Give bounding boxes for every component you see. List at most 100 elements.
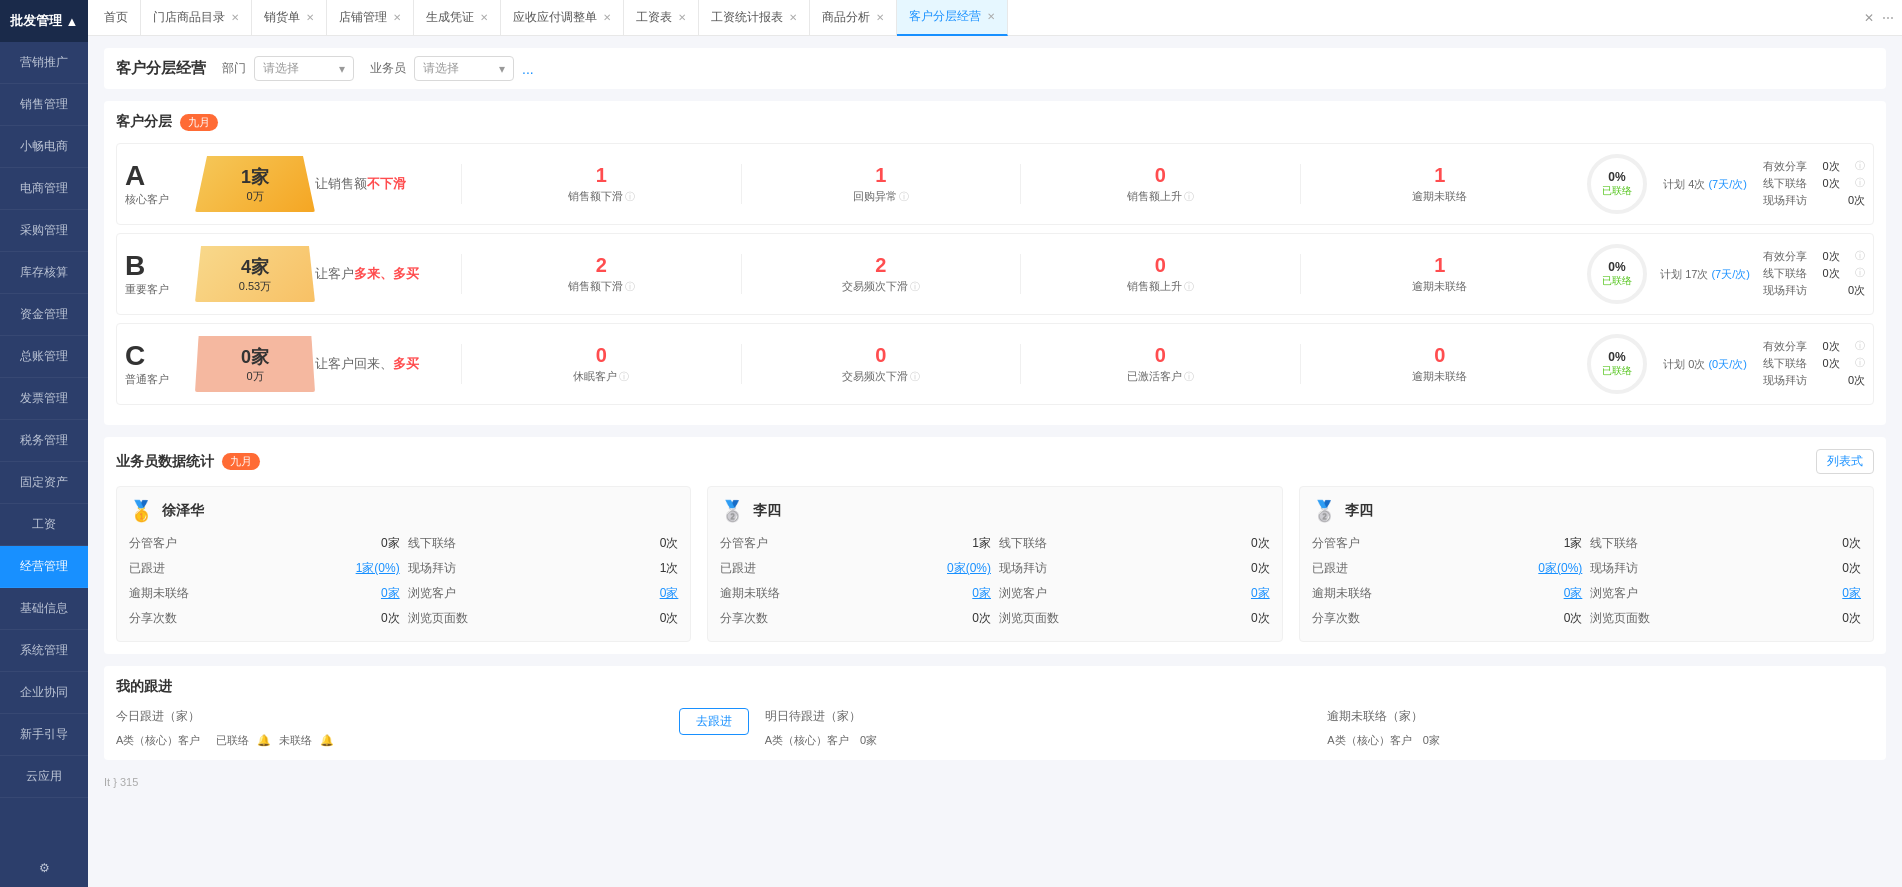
tier-plan-cycle-link-b[interactable]: (7天/次) xyxy=(1711,268,1750,280)
staff-stat-left-1-2: 逾期未联络 0家 xyxy=(720,583,991,604)
customer-section-header: 客户分层 九月 xyxy=(116,113,1874,131)
staff-card-0: 🥇 徐泽华 分管客户 0家 线下联络 0次 已跟进 1家(0%) xyxy=(116,486,691,642)
tab-payroll[interactable]: 工资表✕ xyxy=(624,0,699,36)
tab-bar: 首页门店商品目录✕销货单✕店铺管理✕生成凭证✕应收应付调整单✕工资表✕工资统计报… xyxy=(88,0,1902,36)
tier-plan-cycle-link-a[interactable]: (7天/次) xyxy=(1708,178,1747,190)
sidebar-item-xsyd[interactable]: 新手引导 xyxy=(0,714,88,756)
tab-label-goods-analysis: 商品分析 xyxy=(822,9,870,26)
sidebar-item-xtgl[interactable]: 系统管理 xyxy=(0,630,88,672)
sidebar-settings[interactable]: ⚙ xyxy=(0,849,88,887)
staff-stats-grid-1: 分管客户 1家 线下联络 0次 已跟进 0家(0%) 现场拜访 0次 xyxy=(720,533,1269,629)
tier-slogan-c: 让客户回来、多买 xyxy=(315,355,445,373)
staff-medal-2: 🥈 xyxy=(1312,499,1337,523)
tab-store-mgmt[interactable]: 店铺管理✕ xyxy=(327,0,414,36)
tier-action-row-a-0: 有效分享 0次 ⓘ xyxy=(1763,159,1865,174)
action-info-icon[interactable]: ⓘ xyxy=(1855,339,1865,354)
info-icon[interactable]: ⓘ xyxy=(1184,370,1194,384)
tab-ar[interactable]: 应收应付调整单✕ xyxy=(501,0,624,36)
tier-grade-b: B xyxy=(125,252,195,280)
sidebar-item-gdzc[interactable]: 固定资产 xyxy=(0,462,88,504)
sidebar-item-dsgl[interactable]: 电商管理 xyxy=(0,168,88,210)
tier-plan-cycle-link-c[interactable]: (0天/次) xyxy=(1708,358,1747,370)
tab-customer-mgmt[interactable]: 客户分层经营✕ xyxy=(897,0,1008,36)
tab-close-goods-analysis[interactable]: ✕ xyxy=(876,12,884,23)
sidebar-item-zhgl[interactable]: 总账管理 xyxy=(0,336,88,378)
tier-stat-label-b-3: 逾期未联络 xyxy=(1309,279,1572,294)
tab-close-payroll[interactable]: ✕ xyxy=(678,12,686,23)
tab-close-customer-mgmt[interactable]: ✕ xyxy=(987,11,995,22)
sidebar-item-swgl[interactable]: 税务管理 xyxy=(0,420,88,462)
tab-voucher[interactable]: 生成凭证✕ xyxy=(414,0,501,36)
info-icon[interactable]: ⓘ xyxy=(910,280,920,294)
tab-close-store-products[interactable]: ✕ xyxy=(231,12,239,23)
sidebar-collapse-icon[interactable]: ▲ xyxy=(66,14,79,29)
info-icon[interactable]: ⓘ xyxy=(619,370,629,384)
info-icon[interactable]: ⓘ xyxy=(1184,190,1194,204)
sidebar-item-gz[interactable]: 工资 xyxy=(0,504,88,546)
tier-gauge-pct-a: 0% xyxy=(1608,170,1625,184)
action-info-icon[interactable]: ⓘ xyxy=(1855,176,1865,191)
staff-select[interactable]: 请选择 ▾ xyxy=(414,56,514,81)
chevron-down-icon: ▾ xyxy=(339,62,345,76)
tomorrow-sub-label: A类（核心）客户 xyxy=(765,734,849,746)
sidebar-item-yxts[interactable]: 营销推广 xyxy=(0,42,88,84)
tab-goods-analysis[interactable]: 商品分析 ✕ xyxy=(810,0,897,36)
info-icon[interactable]: ⓘ xyxy=(625,190,635,204)
tier-plan-b: 计划 17次 (7天/次) xyxy=(1655,267,1755,282)
tab-label-home: 首页 xyxy=(104,9,128,26)
tab-payroll-report[interactable]: 工资统计报表✕ xyxy=(699,0,810,36)
staff-stat-left-0-0: 分管客户 0家 xyxy=(129,533,400,554)
tier-stat-label-a-3: 逾期未联络 xyxy=(1309,189,1572,204)
go-followup-button[interactable]: 去跟进 xyxy=(679,708,749,735)
tier-slogan-a: 让销售额不下滑 xyxy=(315,175,445,193)
sidebar-item-xbdc[interactable]: 小畅电商 xyxy=(0,126,88,168)
sidebar-item-jcxx[interactable]: 基础信息 xyxy=(0,588,88,630)
tab-more-icon[interactable]: ⋯ xyxy=(1882,11,1894,25)
sidebar-item-fpgl[interactable]: 发票管理 xyxy=(0,378,88,420)
tier-plan-c: 计划 0次 (0天/次) xyxy=(1655,357,1755,372)
action-info-icon[interactable]: ⓘ xyxy=(1855,159,1865,174)
sidebar-item-yyyx[interactable]: 云应用 xyxy=(0,756,88,798)
tier-action-row-c-0: 有效分享 0次 ⓘ xyxy=(1763,339,1865,354)
page-title: 客户分层经营 xyxy=(116,59,206,78)
tab-home[interactable]: 首页 xyxy=(92,0,141,36)
staff-stat-right-1-2: 浏览客户 0家 xyxy=(999,583,1270,604)
tier-stat-label-c-3: 逾期未联络 xyxy=(1309,369,1572,384)
tab-close-sales-order[interactable]: ✕ xyxy=(306,12,314,23)
list-view-button[interactable]: 列表式 xyxy=(1816,449,1874,474)
tier-action-row-b-2: 现场拜访 0次 xyxy=(1763,283,1865,298)
action-info-icon[interactable]: ⓘ xyxy=(1855,249,1865,264)
sidebar-item-zjgl[interactable]: 资金管理 xyxy=(0,294,88,336)
followup-section: 我的跟进 今日跟进（家） A类（核心）客户 已联络 🔔 未联络 🔔 去跟进 xyxy=(104,666,1886,760)
staff-name-2: 李四 xyxy=(1345,502,1373,520)
tab-close-all-icon[interactable]: ✕ xyxy=(1864,11,1874,25)
tab-sales-order[interactable]: 销货单✕ xyxy=(252,0,327,36)
tier-plan-count-a: 4次 xyxy=(1688,178,1705,190)
tab-close-payroll-report[interactable]: ✕ xyxy=(789,12,797,23)
tier-gauge-pct-b: 0% xyxy=(1608,260,1625,274)
customer-section: 客户分层 九月 A 核心客户 1家 0万 让销售额不下滑 1 xyxy=(104,101,1886,425)
sidebar-header[interactable]: 批发管理 ▲ xyxy=(0,0,88,42)
tab-store-products[interactable]: 门店商品目录✕ xyxy=(141,0,252,36)
sidebar-item-qyxt[interactable]: 企业协同 xyxy=(0,672,88,714)
tab-close-ar[interactable]: ✕ xyxy=(603,12,611,23)
info-icon[interactable]: ⓘ xyxy=(899,190,909,204)
sidebar-item-xsgl[interactable]: 销售管理 xyxy=(0,84,88,126)
action-info-icon[interactable]: ⓘ xyxy=(1855,356,1865,371)
info-icon[interactable]: ⓘ xyxy=(910,370,920,384)
tier-row-c: C 普通客户 0家 0万 让客户回来、多买 0 休眠客户 ⓘ xyxy=(116,323,1874,405)
tier-actions-a: 有效分享 0次 ⓘ 线下联络 0次 ⓘ 现场拜访 0次 xyxy=(1755,159,1865,210)
staff-stat-right-1-1: 现场拜访 0次 xyxy=(999,558,1270,579)
tab-close-voucher[interactable]: ✕ xyxy=(480,12,488,23)
sidebar-item-cggl[interactable]: 采购管理 xyxy=(0,210,88,252)
more-filters-icon[interactable]: ... xyxy=(522,61,534,77)
info-icon[interactable]: ⓘ xyxy=(625,280,635,294)
sidebar-item-kchz[interactable]: 库存核算 xyxy=(0,252,88,294)
dept-select[interactable]: 请选择 ▾ xyxy=(254,56,354,81)
sidebar-item-jygl[interactable]: 经营管理 xyxy=(0,546,88,588)
content-area: 客户分层经营 部门 请选择 ▾ 业务员 请选择 ▾ ... 客户分层 xyxy=(88,36,1902,887)
tab-close-store-mgmt[interactable]: ✕ xyxy=(393,12,401,23)
tier-stat-num-c-3: 0 xyxy=(1309,344,1572,367)
info-icon[interactable]: ⓘ xyxy=(1184,280,1194,294)
action-info-icon[interactable]: ⓘ xyxy=(1855,266,1865,281)
